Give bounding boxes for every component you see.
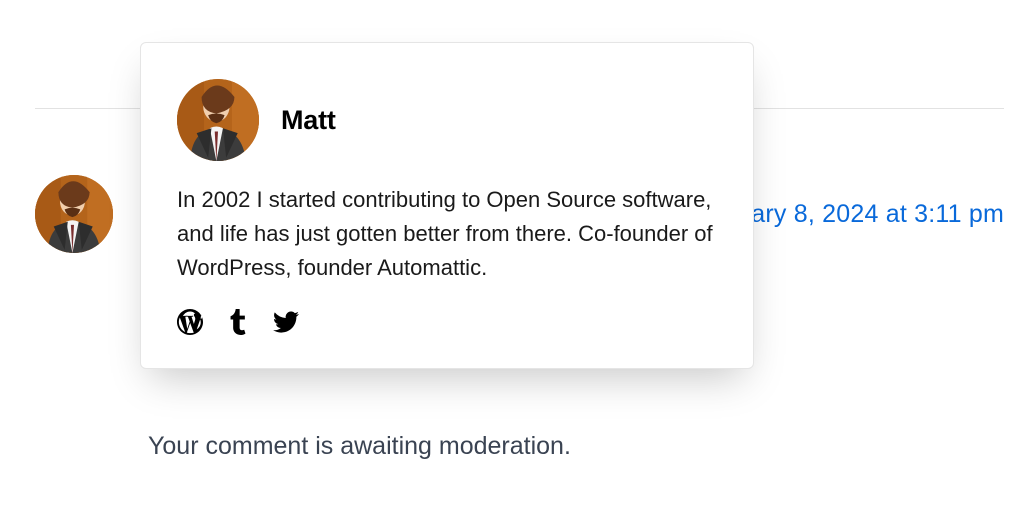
hovercard-author-name[interactable]: Matt — [281, 105, 336, 136]
hovercard-bio: In 2002 I started contributing to Open S… — [177, 183, 717, 285]
hovercard-social-row — [177, 309, 717, 340]
comment-permalink[interactable]: uary 8, 2024 at 3:11 pm — [737, 200, 1004, 228]
comment-timestamp[interactable]: uary 8, 2024 at 3:11 pm — [737, 200, 1004, 229]
hovercard-avatar[interactable] — [177, 79, 259, 161]
avatar-image — [177, 79, 259, 161]
author-hovercard: Matt In 2002 I started contributing to O… — [140, 42, 754, 369]
commenter-avatar[interactable] — [35, 175, 113, 253]
wordpress-icon[interactable] — [177, 309, 203, 340]
tumblr-icon[interactable] — [225, 309, 251, 340]
twitter-icon[interactable] — [273, 309, 299, 340]
hovercard-header: Matt — [177, 79, 717, 161]
avatar-image — [35, 175, 113, 253]
moderation-notice: Your comment is awaiting moderation. — [148, 432, 571, 461]
